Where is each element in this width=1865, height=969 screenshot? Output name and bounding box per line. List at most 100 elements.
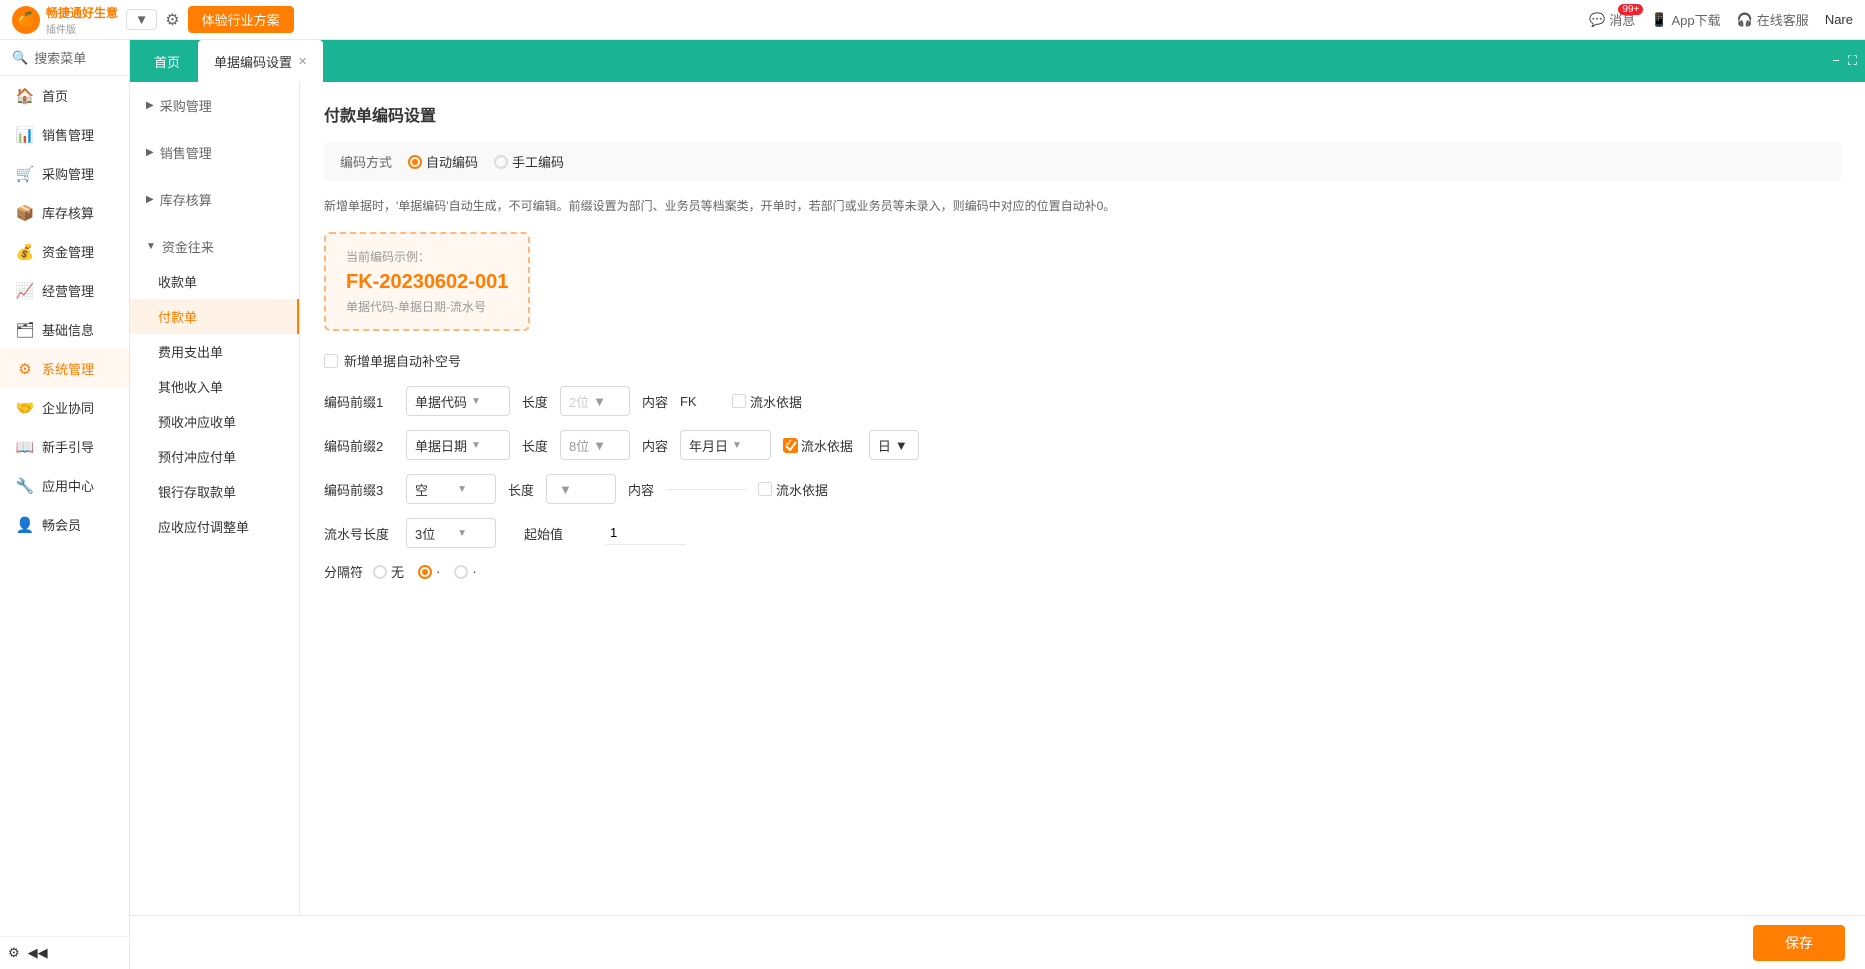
sep-none-option[interactable]: 无 <box>373 562 404 581</box>
code-preview-label: 当前编码示例： <box>346 248 508 265</box>
auto-encode-option[interactable]: 自动编码 <box>408 152 478 171</box>
bottom-bar: 保存 <box>130 915 1865 969</box>
finance-icon: 💰 <box>16 243 34 261</box>
sub-item-adjustment[interactable]: 应收应付调整单 <box>130 509 299 544</box>
sub-group-funds-title[interactable]: ▼ 资金往来 <box>130 229 299 264</box>
manual-encode-option[interactable]: 手工编码 <box>494 152 564 171</box>
settings-icon[interactable]: ⚙ <box>8 945 20 961</box>
day-select[interactable]: 日 ▼ <box>869 430 919 460</box>
purchase-icon: 🛒 <box>16 165 34 183</box>
content2-select[interactable]: 年月日 ▼ <box>680 430 771 460</box>
sep-dot2-radio[interactable] <box>454 565 468 579</box>
sidebar-item-purchase[interactable]: 🛒 采购管理 <box>0 154 129 193</box>
save-button[interactable]: 保存 <box>1753 925 1845 961</box>
tab-close-icon[interactable]: ✕ <box>298 55 307 68</box>
content3-value <box>666 489 746 490</box>
sidebar-item-home[interactable]: 🏠 首页 <box>0 76 129 115</box>
prefix1-select[interactable]: 单据代码 ▼ <box>406 386 510 416</box>
sub-item-expense[interactable]: 费用支出单 <box>130 334 299 369</box>
gear-button[interactable]: ⚙ <box>165 10 179 30</box>
sep-none-radio[interactable] <box>373 565 387 579</box>
stream1-cb[interactable] <box>732 394 746 408</box>
sidebar-item-inventory[interactable]: 📦 库存核算 <box>0 193 129 232</box>
stream1-checkbox[interactable]: 流水依据 <box>732 392 802 411</box>
experience-button[interactable]: 体验行业方案 <box>188 6 294 33</box>
sidebar-item-sales[interactable]: 📊 销售管理 <box>0 115 129 154</box>
sub-item-other-income[interactable]: 其他收入单 <box>130 369 299 404</box>
sidebar-search[interactable]: 🔍 搜索菜单 <box>0 40 129 76</box>
prefix3-select[interactable]: 空 ▼ <box>406 474 496 504</box>
length2-label: 长度 <box>522 436 548 455</box>
sep-dot-radio[interactable] <box>418 565 432 579</box>
sub-item-bank[interactable]: 银行存取款单 <box>130 474 299 509</box>
tab-fullscreen-icon[interactable]: ⛶ <box>1848 53 1857 69</box>
collapse-icon[interactable]: ◀◀ <box>28 945 48 961</box>
tab-bar-right: − ⛶ <box>1832 53 1857 69</box>
home-icon: 🏠 <box>16 87 34 105</box>
content3-label: 内容 <box>628 480 654 499</box>
day-arrow: ▼ <box>895 438 908 453</box>
auto-fill-checkbox[interactable] <box>324 354 338 368</box>
length3-select[interactable]: ▼ <box>546 474 616 504</box>
basic-info-icon: 🗂 <box>16 321 34 339</box>
sub-item-payment[interactable]: 付款单 <box>130 299 299 334</box>
content1-value: FK <box>680 394 720 409</box>
start-value-input[interactable] <box>606 521 686 545</box>
config-row-2: 编码前缀2 单据日期 ▼ 长度 8位 ▼ 内容 年月日 ▼ <box>324 430 1841 460</box>
sidebar-item-guide[interactable]: 📖 新手引导 <box>0 427 129 466</box>
operation-icon: 📈 <box>16 282 34 300</box>
collapse-arrow-funds: ▼ <box>146 241 156 252</box>
code-preview: 当前编码示例： FK-20230602-001 单据代码-单据日期-流水号 <box>324 232 530 331</box>
sidebar-item-enterprise[interactable]: 🤝 企业协同 <box>0 388 129 427</box>
message-icon: 💬 <box>1589 12 1605 28</box>
stream2-checkbox[interactable]: 流水依据 <box>783 436 853 455</box>
separator-row: 分隔符 无 · · <box>324 562 1841 581</box>
inventory-icon: 📦 <box>16 204 34 222</box>
length1-arrow: ▼ <box>593 394 606 409</box>
sub-item-pre-payable[interactable]: 预付冲应付单 <box>130 439 299 474</box>
encoding-method-label: 编码方式 <box>340 152 392 171</box>
sidebar-item-basic-info[interactable]: 🗂 基础信息 <box>0 310 129 349</box>
length3-arrow: ▼ <box>559 482 572 497</box>
length1-select[interactable]: 2位 ▼ <box>560 386 630 416</box>
prefix2-arrow: ▼ <box>471 440 481 451</box>
sep-dot2-option[interactable]: · <box>454 564 476 579</box>
sidebar-item-finance[interactable]: 💰 资金管理 <box>0 232 129 271</box>
sep-dot-option[interactable]: · <box>418 564 440 579</box>
stream3-cb[interactable] <box>758 482 772 496</box>
sub-group-inventory-title[interactable]: ▶ 库存核算 <box>130 182 299 217</box>
sub-group-sales-title[interactable]: ▶ 销售管理 <box>130 135 299 170</box>
sidebar-item-system[interactable]: ⚙ 系统管理 <box>0 349 129 388</box>
sidebar-item-app[interactable]: 🔧 应用中心 <box>0 466 129 505</box>
logo-text: 畅捷通好生意 插件版 <box>46 4 118 36</box>
message-button[interactable]: 💬 消息 99+ <box>1589 10 1635 29</box>
prefix2-select[interactable]: 单据日期 ▼ <box>406 430 510 460</box>
sidebar-item-operation[interactable]: 📈 经营管理 <box>0 271 129 310</box>
stream2-cb[interactable] <box>783 438 797 452</box>
sidebar-bottom: ⚙ ◀◀ <box>0 936 129 969</box>
collapse-arrow-purchase: ▶ <box>146 100 154 111</box>
prefix3-label: 编码前缀3 <box>324 480 394 499</box>
tab-home[interactable]: 首页 <box>138 40 196 82</box>
tab-minus-icon[interactable]: − <box>1832 53 1840 69</box>
sidebar-item-member[interactable]: 👤 畅会员 <box>0 505 129 544</box>
serial-length-select[interactable]: 3位 ▼ <box>406 518 496 548</box>
length2-select[interactable]: 8位 ▼ <box>560 430 630 460</box>
user-profile[interactable]: Nare <box>1825 12 1853 27</box>
sub-item-receipt[interactable]: 收款单 <box>130 264 299 299</box>
sub-group-purchase-title[interactable]: ▶ 采购管理 <box>130 88 299 123</box>
start-value-label: 起始值 <box>524 524 594 543</box>
sub-item-pre-receivable[interactable]: 预收冲应收单 <box>130 404 299 439</box>
logo: 🍊 畅捷通好生意 插件版 <box>12 4 118 36</box>
sub-sidebar: ▶ 采购管理 ▶ 销售管理 ▶ 库存核算 <box>130 82 300 915</box>
online-service-button[interactable]: 🎧 在线客服 <box>1737 10 1809 29</box>
app-download-button[interactable]: 📱 App下载 <box>1651 10 1720 29</box>
auto-encode-radio[interactable] <box>408 155 422 169</box>
dropdown-button[interactable]: ▼ <box>126 9 157 30</box>
right-section: 首页 单据编码设置 ✕ − ⛶ ▶ 采购管理 <box>130 40 1865 969</box>
serial-row: 流水号长度 3位 ▼ 起始值 <box>324 518 1841 548</box>
manual-encode-radio[interactable] <box>494 155 508 169</box>
stream3-checkbox[interactable]: 流水依据 <box>758 480 828 499</box>
sub-group-funds: ▼ 资金往来 收款单 付款单 费用支出单 其他收入单 预收冲应收单 预付冲应付单… <box>130 223 299 550</box>
tab-encoding[interactable]: 单据编码设置 ✕ <box>198 40 323 82</box>
